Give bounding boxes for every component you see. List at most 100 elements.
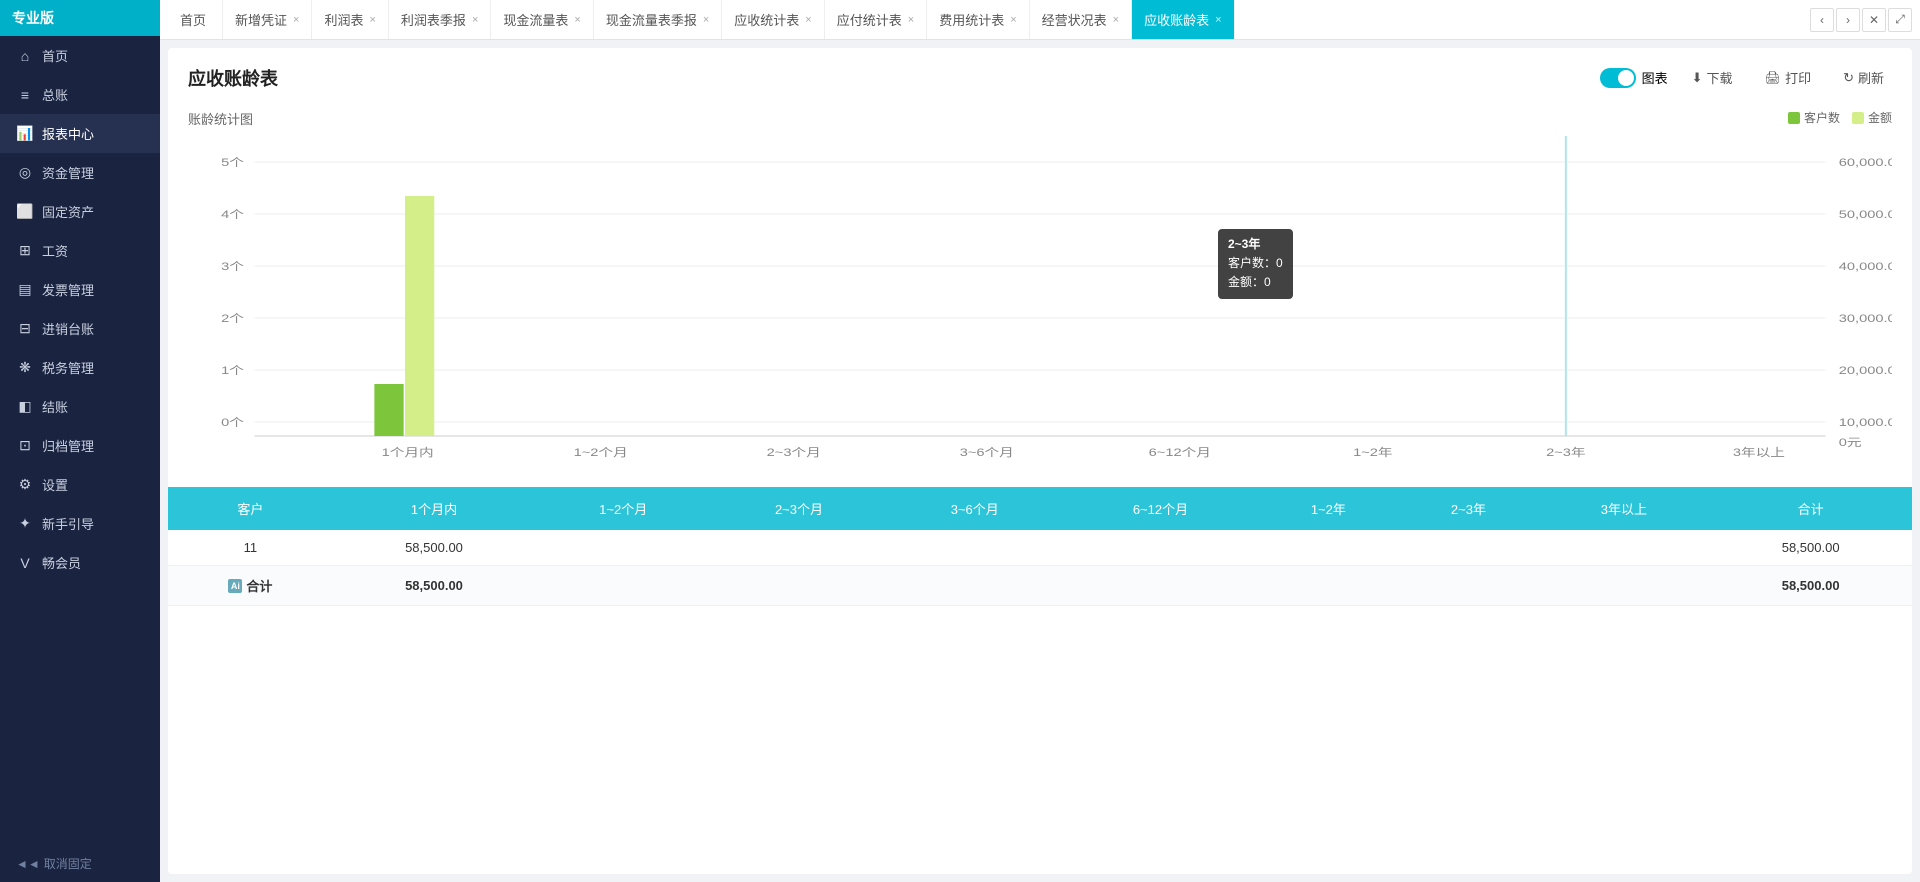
tab-expand[interactable]: ⤢ [1888, 8, 1912, 32]
settings-icon: ⚙ [16, 476, 34, 493]
tab-biz-status[interactable]: 经营状况表 × [1030, 0, 1132, 40]
tab-ap-stat-close[interactable]: × [908, 14, 914, 26]
tab-controls: ‹ › ✕ ⤢ [1810, 8, 1916, 32]
col-m1-2: 1~2个月 [535, 487, 711, 530]
download-icon: ⬇ [1692, 70, 1703, 86]
sidebar-item-closing[interactable]: ◧ 结账 [0, 387, 160, 426]
sidebar-item-inventory[interactable]: ⊟ 进销台账 [0, 309, 160, 348]
sidebar-item-assets[interactable]: ⬜ 固定资产 [0, 192, 160, 231]
col-m3-6: 3~6个月 [887, 487, 1063, 530]
sidebar-label-assets: 固定资产 [42, 202, 94, 221]
tab-cashflow[interactable]: 现金流量表 × [491, 0, 593, 40]
svg-text:3个: 3个 [221, 260, 244, 273]
sidebar-item-guide[interactable]: ✦ 新手引导 [0, 504, 160, 543]
closing-icon: ◧ [16, 398, 34, 415]
tab-scroll-left[interactable]: ‹ [1810, 8, 1834, 32]
tax-icon: ❋ [16, 359, 34, 376]
refresh-button[interactable]: ↻ 刷新 [1835, 64, 1892, 91]
svg-text:30,000.00元: 30,000.00元 [1839, 312, 1892, 325]
refresh-icon: ↻ [1843, 70, 1854, 86]
tab-profit[interactable]: 利润表 × [312, 0, 388, 40]
tab-ar-stat-close[interactable]: × [805, 14, 811, 26]
sidebar-label-tax: 税务管理 [42, 358, 94, 377]
total-y2-3 [1398, 566, 1538, 606]
sidebar-label-vip: 畅会员 [42, 553, 81, 572]
chart-container: 账龄统计图 客户数 金额 5个 4个 3个 2个 [168, 99, 1912, 479]
tab-profit-label: 利润表 [324, 10, 363, 29]
tab-profit-q[interactable]: 利润表季报 × [389, 0, 491, 40]
tab-voucher[interactable]: 新增凭证 × [223, 0, 312, 40]
tab-cashflow-close[interactable]: × [574, 14, 580, 26]
home-icon: ⌂ [16, 48, 34, 64]
tab-bar: 首页 新增凭证 × 利润表 × 利润表季报 × 现金流量表 × 现金流量表季报 … [160, 0, 1920, 40]
sidebar-item-report[interactable]: 📊 报表中心 [0, 114, 160, 153]
chart-toggle-wrap: 图表 [1600, 68, 1668, 88]
ledger-icon: ≡ [16, 87, 34, 103]
tab-voucher-close[interactable]: × [293, 14, 299, 26]
cell-m6-12 [1063, 530, 1259, 566]
download-button[interactable]: ⬇ 下载 [1684, 64, 1741, 91]
tab-profit-close[interactable]: × [369, 14, 375, 26]
svg-text:3~6个月: 3~6个月 [960, 446, 1014, 459]
total-m1-2 [535, 566, 711, 606]
sidebar-unpin-button[interactable]: ◄◄ 取消固定 [0, 845, 160, 882]
tab-cashflow-q[interactable]: 现金流量表季报 × [594, 0, 722, 40]
assets-icon: ⬜ [16, 203, 34, 220]
chart-title: 账龄统计图 [188, 109, 1892, 128]
tab-home[interactable]: 首页 [164, 0, 223, 40]
chart-toggle[interactable] [1600, 68, 1636, 88]
tab-profit-q-label: 利润表季报 [401, 10, 466, 29]
svg-text:1~2个月: 1~2个月 [574, 446, 628, 459]
svg-text:40,000.00元: 40,000.00元 [1839, 260, 1892, 273]
sidebar-item-home[interactable]: ⌂ 首页 [0, 36, 160, 75]
table-total-row: Ai 合计 58,500.00 58,500.00 [168, 566, 1912, 606]
svg-text:2~3个月: 2~3个月 [767, 446, 821, 459]
sidebar-item-vip[interactable]: V 畅会员 [0, 543, 160, 582]
sidebar-item-settings[interactable]: ⚙ 设置 [0, 465, 160, 504]
download-label: 下载 [1707, 68, 1733, 87]
logo: 专业版 [0, 0, 160, 36]
page-title: 应收账龄表 [188, 65, 278, 91]
table-row: 11 58,500.00 58,500.00 [168, 530, 1912, 566]
cell-m3-6 [887, 530, 1063, 566]
sidebar-item-archive[interactable]: ⊡ 归档管理 [0, 426, 160, 465]
legend-customers-label: 客户数 [1804, 109, 1840, 126]
tab-expense[interactable]: 费用统计表 × [927, 0, 1029, 40]
inventory-icon: ⊟ [16, 320, 34, 337]
tab-ap-stat-label: 应付统计表 [837, 10, 902, 29]
sidebar-item-salary[interactable]: ⊞ 工资 [0, 231, 160, 270]
toggle-label: 图表 [1642, 68, 1668, 87]
sidebar-label-report: 报表中心 [42, 124, 94, 143]
sidebar-label-settings: 设置 [42, 475, 68, 494]
cell-y2-3 [1398, 530, 1538, 566]
sidebar-label-invoice: 发票管理 [42, 280, 94, 299]
tab-ap-stat[interactable]: 应付统计表 × [825, 0, 927, 40]
legend-customers-dot [1788, 112, 1800, 124]
tab-cashflow-q-close[interactable]: × [703, 14, 709, 26]
cell-m1: 58,500.00 [333, 530, 536, 566]
print-button[interactable]: 🖨 打印 [1757, 64, 1820, 91]
tab-ar-aging[interactable]: 应收账龄表 × [1132, 0, 1234, 40]
tab-scroll-right[interactable]: › [1836, 8, 1860, 32]
cell-total: 58,500.00 [1709, 530, 1912, 566]
cell-m1-2 [535, 530, 711, 566]
sidebar-item-tax[interactable]: ❋ 税务管理 [0, 348, 160, 387]
tab-profit-q-close[interactable]: × [472, 14, 478, 26]
col-y2-3: 2~3年 [1398, 487, 1538, 530]
archive-icon: ⊡ [16, 437, 34, 454]
sidebar-item-ledger[interactable]: ≡ 总账 [0, 75, 160, 114]
sidebar-item-capital[interactable]: ◎ 资金管理 [0, 153, 160, 192]
tab-ar-stat[interactable]: 应收统计表 × [722, 0, 824, 40]
tab-expense-close[interactable]: × [1010, 14, 1016, 26]
tab-biz-status-close[interactable]: × [1113, 14, 1119, 26]
total-m1: 58,500.00 [333, 566, 536, 606]
salary-icon: ⊞ [16, 242, 34, 259]
tab-close-all[interactable]: ✕ [1862, 8, 1886, 32]
sidebar-item-invoice[interactable]: ▤ 发票管理 [0, 270, 160, 309]
tab-expense-label: 费用统计表 [939, 10, 1004, 29]
main-area: 首页 新增凭证 × 利润表 × 利润表季报 × 现金流量表 × 现金流量表季报 … [160, 0, 1920, 882]
tab-ar-aging-close[interactable]: × [1215, 14, 1221, 26]
tab-ar-aging-label: 应收账龄表 [1144, 10, 1209, 29]
svg-text:50,000.00元: 50,000.00元 [1839, 208, 1892, 221]
col-m6-12: 6~12个月 [1063, 487, 1259, 530]
